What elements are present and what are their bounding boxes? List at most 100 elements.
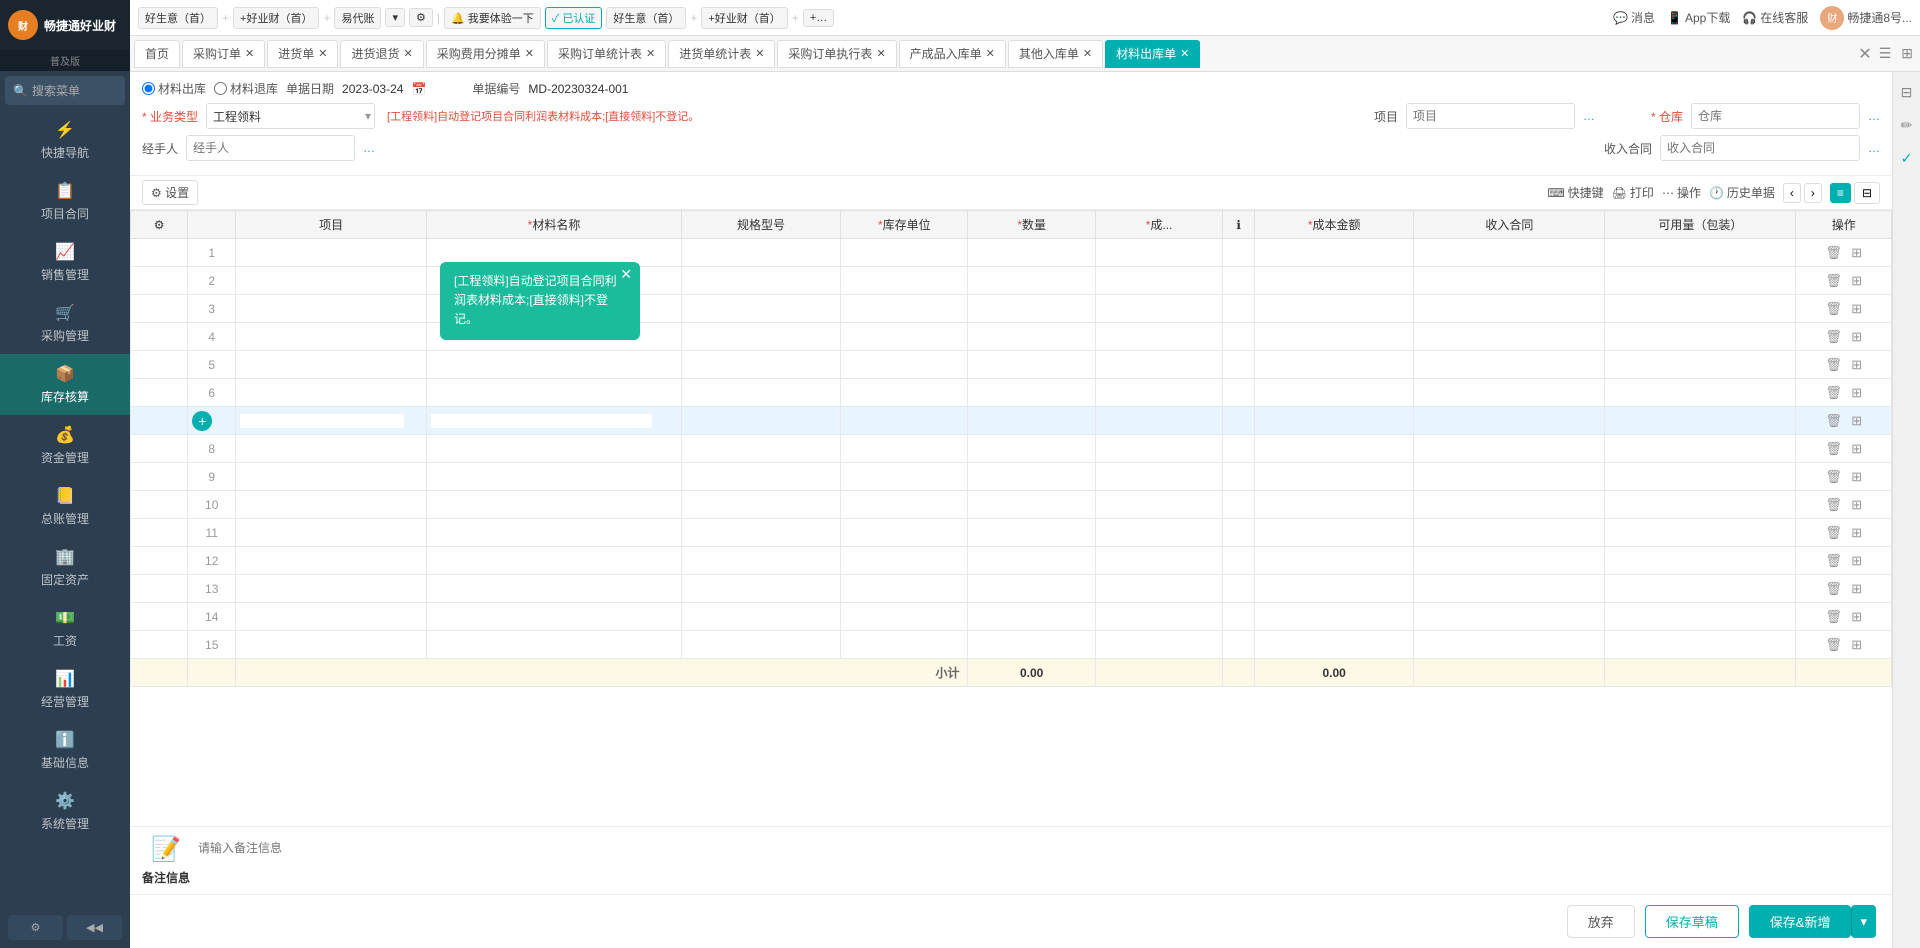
tab-purchase-in[interactable]: 进货单 ✕	[267, 40, 338, 68]
row-project-input[interactable]	[240, 414, 404, 428]
search-menu[interactable]: 🔍 搜索菜单	[5, 76, 125, 105]
row-qty-cell[interactable]	[968, 631, 1095, 659]
row-project-cell[interactable]	[236, 519, 427, 547]
layout-grid-btn[interactable]: ⊞	[1898, 45, 1916, 62]
row-cost-amount-cell[interactable]	[1255, 575, 1414, 603]
radio-material-return[interactable]: 材料退库	[214, 80, 278, 97]
tab-in-stats[interactable]: 进货单统计表 ✕	[668, 40, 775, 68]
close-all-tabs-btn[interactable]: ✕	[1858, 44, 1871, 64]
row-material-cell[interactable]	[427, 407, 682, 435]
row-project-cell[interactable]	[236, 631, 427, 659]
row-spec-cell[interactable]	[681, 575, 840, 603]
sidebar-item-ledger[interactable]: 📒 总账管理	[0, 476, 130, 537]
row-spec-cell[interactable]	[681, 239, 840, 267]
row-cost-amount-cell[interactable]	[1255, 407, 1414, 435]
nav-easy-account[interactable]: 易代账	[334, 7, 381, 29]
tooltip-close-btn[interactable]: ✕	[620, 266, 632, 283]
row-unit-cell[interactable]	[841, 547, 968, 575]
save-new-button[interactable]: 保存&新增	[1749, 905, 1852, 938]
sidebar-item-inventory[interactable]: 📦 库存核算	[0, 354, 130, 415]
tab-purchase-fee[interactable]: 采购费用分摊单 ✕	[426, 40, 545, 68]
row-delete-icon[interactable]: 🗑	[1822, 553, 1845, 568]
row-income-contract-cell[interactable]	[1414, 491, 1605, 519]
row-spec-cell[interactable]	[681, 491, 840, 519]
save-new-dropdown-btn[interactable]: ▾	[1851, 905, 1876, 938]
row-copy-icon[interactable]: ⊞	[1848, 329, 1865, 344]
row-spec-cell[interactable]	[681, 267, 840, 295]
add-row-btn[interactable]: +	[192, 411, 212, 431]
row-unit-cell[interactable]	[841, 435, 968, 463]
row-delete-icon[interactable]: 🗑	[1822, 245, 1845, 260]
row-cost-amount-cell[interactable]	[1255, 351, 1414, 379]
next-doc-btn[interactable]: ›	[1804, 183, 1822, 203]
radio-out-input[interactable]	[142, 82, 155, 95]
row-spec-cell[interactable]	[681, 463, 840, 491]
tab-purchase-order-stats[interactable]: 采购订单统计表 ✕	[547, 40, 666, 68]
date-picker-icon[interactable]: 📅	[411, 82, 426, 96]
row-cost-amount-cell[interactable]	[1255, 435, 1414, 463]
warehouse-input[interactable]	[1691, 103, 1860, 129]
row-unit-cell[interactable]	[841, 463, 968, 491]
row-cost-cell[interactable]	[1095, 463, 1222, 491]
row-cost-cell[interactable]	[1095, 351, 1222, 379]
row-project-cell[interactable]	[236, 575, 427, 603]
row-spec-cell[interactable]	[681, 435, 840, 463]
row-project-cell[interactable]	[236, 379, 427, 407]
layout-split-btn[interactable]: ⊟	[1854, 182, 1880, 204]
row-unit-cell[interactable]	[841, 239, 968, 267]
row-material-cell[interactable]	[427, 435, 682, 463]
row-cost-amount-cell[interactable]	[1255, 379, 1414, 407]
nav-certified[interactable]: ✓ 已认证	[545, 7, 603, 29]
row-income-contract-cell[interactable]	[1414, 267, 1605, 295]
row-qty-cell[interactable]	[968, 519, 1095, 547]
row-cost-amount-cell[interactable]	[1255, 491, 1414, 519]
row-qty-cell[interactable]	[968, 547, 1095, 575]
prev-doc-btn[interactable]: ‹	[1783, 183, 1801, 203]
tab-purchase-order[interactable]: 采购订单 ✕	[182, 40, 265, 68]
right-icon-edit[interactable]: ✏	[1897, 113, 1917, 138]
row-qty-cell[interactable]	[968, 239, 1095, 267]
row-unit-cell[interactable]	[841, 295, 968, 323]
income-contract-input[interactable]	[1660, 135, 1860, 161]
row-cost-amount-cell[interactable]	[1255, 323, 1414, 351]
row-unit-cell[interactable]	[841, 351, 968, 379]
row-material-cell[interactable]	[427, 379, 682, 407]
row-copy-icon[interactable]: ⊞	[1848, 637, 1865, 652]
row-cost-cell[interactable]	[1095, 239, 1222, 267]
nav-experience[interactable]: 🔔 我要体验一下	[444, 7, 541, 29]
tab-other-in[interactable]: 其他入库单 ✕	[1008, 40, 1103, 68]
row-income-contract-cell[interactable]	[1414, 435, 1605, 463]
tab-close-icon[interactable]: ✕	[876, 47, 885, 60]
row-cost-cell[interactable]	[1095, 519, 1222, 547]
tab-close-icon[interactable]: ✕	[986, 47, 995, 60]
row-qty-cell[interactable]	[968, 267, 1095, 295]
row-delete-icon[interactable]: 🗑	[1822, 469, 1845, 484]
row-material-input[interactable]	[431, 414, 652, 428]
project-more-btn[interactable]: …	[1583, 109, 1595, 123]
radio-material-out[interactable]: 材料出库	[142, 80, 206, 97]
row-income-contract-cell[interactable]	[1414, 631, 1605, 659]
row-cost-amount-cell[interactable]	[1255, 547, 1414, 575]
row-copy-icon[interactable]: ⊞	[1848, 357, 1865, 372]
settings-bottom-btn[interactable]: ⚙	[8, 915, 63, 940]
project-input[interactable]	[1406, 103, 1575, 129]
history-btn[interactable]: 🕐 历史单据	[1709, 184, 1775, 201]
row-spec-cell[interactable]	[681, 631, 840, 659]
row-income-contract-cell[interactable]	[1414, 379, 1605, 407]
app-download-item[interactable]: 📱 App下载	[1667, 9, 1730, 26]
row-income-contract-cell[interactable]	[1414, 519, 1605, 547]
row-unit-cell[interactable]	[841, 323, 968, 351]
layout-list-btn[interactable]: ☰	[1876, 45, 1895, 62]
row-delete-icon[interactable]: 🗑	[1822, 329, 1845, 344]
collapse-btn[interactable]: ◀◀	[67, 915, 122, 940]
user-avatar-item[interactable]: 财 畅捷通8号...	[1820, 6, 1912, 30]
message-item[interactable]: 💬 消息	[1613, 9, 1655, 26]
row-project-cell[interactable]	[236, 295, 427, 323]
row-project-cell[interactable]	[236, 267, 427, 295]
nav-more[interactable]: +…	[803, 9, 834, 27]
row-cost-cell[interactable]	[1095, 295, 1222, 323]
row-delete-icon[interactable]: 🗑	[1822, 385, 1845, 400]
nav-dropdown-arrow[interactable]: ▾	[385, 8, 405, 27]
row-material-cell[interactable]	[427, 463, 682, 491]
sidebar-item-basic-info[interactable]: ℹ️ 基础信息	[0, 720, 130, 781]
